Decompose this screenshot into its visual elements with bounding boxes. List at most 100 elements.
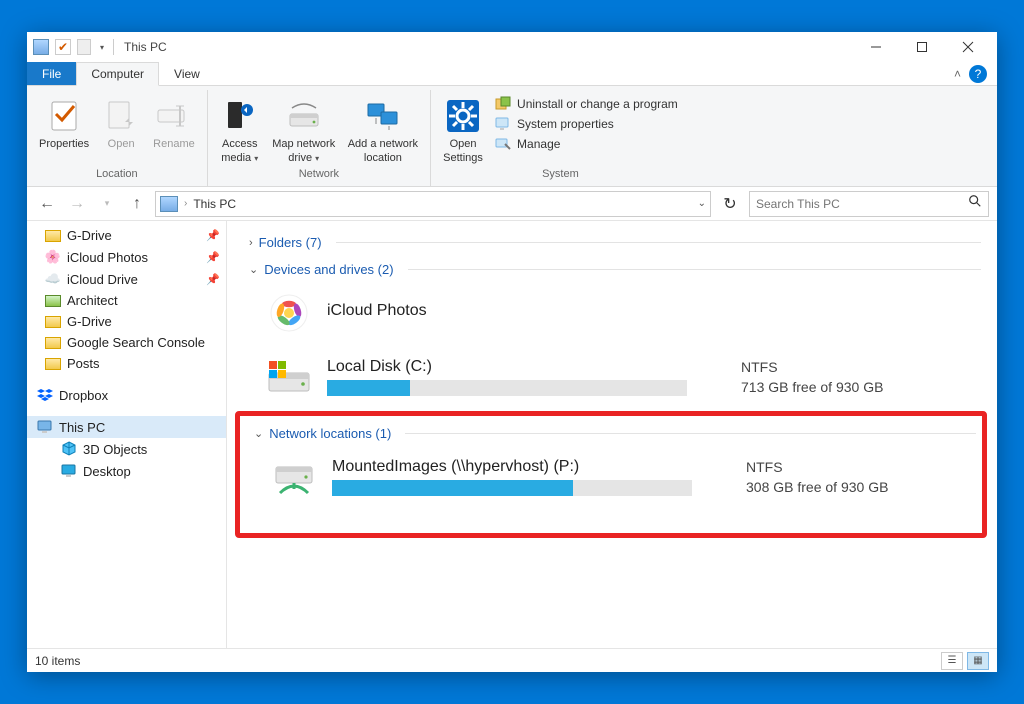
ribbon-tabs: File Computer View ˄ ? — [27, 62, 997, 86]
window-title: This PC — [124, 40, 167, 54]
rename-button[interactable]: Rename — [147, 94, 201, 152]
pin-icon: 📌 — [206, 229, 220, 242]
sidebar-item-icloud-photos[interactable]: 🌸iCloud Photos📌 — [27, 246, 226, 268]
address-crumb[interactable]: This PC — [193, 197, 236, 211]
nav-back-button[interactable]: ← — [35, 192, 59, 216]
icloud-photos-icon — [265, 289, 313, 337]
sidebar-item-architect[interactable]: Architect — [27, 290, 226, 311]
view-tiles-button[interactable]: ▦ — [967, 652, 989, 670]
folder-icon — [45, 316, 61, 328]
disk-icon — [265, 353, 313, 401]
highlight-network-locations: ⌄ Network locations (1) MountedImages (\… — [235, 411, 987, 538]
search-box[interactable] — [749, 191, 989, 217]
open-settings-label1: Open — [450, 138, 477, 150]
computer-icon — [37, 419, 53, 435]
address-box[interactable]: › This PC ⌄ — [155, 191, 711, 217]
ribbon: Properties Open Rename Location Access — [27, 86, 997, 187]
icloud-photos-icon: 🌸 — [45, 249, 61, 265]
search-input[interactable] — [756, 197, 968, 211]
ribbon-group-location: Properties Open Rename Location — [27, 90, 208, 186]
section-network-locations[interactable]: ⌄ Network locations (1) — [254, 420, 976, 447]
tab-computer[interactable]: Computer — [76, 62, 159, 86]
nav-forward-button[interactable]: → — [65, 192, 89, 216]
maximize-button[interactable] — [899, 32, 945, 62]
system-sublist: Uninstall or change a program System pro… — [489, 94, 684, 154]
item-mounted-images[interactable]: MountedImages (\\hypervhost) (P:) NTFS 3… — [254, 447, 976, 511]
nav-recent-button[interactable]: ▾ — [95, 192, 119, 216]
close-button[interactable] — [945, 32, 991, 62]
chevron-right-icon[interactable]: › — [184, 198, 187, 209]
nav-up-button[interactable]: ↑ — [125, 192, 149, 216]
dropbox-icon — [37, 387, 53, 403]
sidebar-item-this-pc[interactable]: This PC — [27, 416, 226, 438]
network-drive-icon — [270, 453, 318, 501]
chevron-down-icon: ⌄ — [249, 263, 258, 276]
help-icon[interactable]: ? — [969, 65, 987, 83]
item-title: Local Disk (C:) — [327, 358, 727, 376]
sidebar-item-dropbox[interactable]: Dropbox — [27, 384, 226, 406]
open-button[interactable]: Open — [95, 94, 147, 152]
desktop-icon — [61, 463, 77, 479]
quick-access-toolbar: ✔ ▾ — [33, 39, 107, 55]
sidebar-item-icloud-drive[interactable]: ☁️iCloud Drive📌 — [27, 268, 226, 290]
rename-label: Rename — [153, 138, 195, 150]
open-label: Open — [108, 138, 135, 150]
group-label-system: System — [437, 166, 684, 184]
navigation-pane[interactable]: G-Drive📌 🌸iCloud Photos📌 ☁️iCloud Drive📌… — [27, 221, 227, 648]
status-bar: 10 items ☰ ▦ — [27, 648, 997, 672]
sidebar-item-3d-objects[interactable]: 3D Objects — [27, 438, 226, 460]
new-folder-qat-icon[interactable] — [77, 39, 91, 55]
uninstall-program-button[interactable]: Uninstall or change a program — [495, 96, 678, 112]
add-network-location-button[interactable]: Add a network location — [342, 94, 424, 166]
rename-icon — [154, 96, 194, 136]
access-media-button[interactable]: Access media ▾ — [214, 94, 266, 166]
manage-button[interactable]: Manage — [495, 136, 678, 152]
access-media-label2: media ▾ — [221, 152, 258, 164]
search-icon[interactable] — [968, 194, 982, 213]
address-dropdown-icon[interactable]: ⌄ — [698, 198, 706, 209]
map-drive-button[interactable]: Map network drive ▾ — [266, 94, 342, 166]
uninstall-icon — [495, 96, 511, 112]
add-loc-label1: Add a network — [348, 138, 418, 150]
access-media-icon — [220, 96, 260, 136]
open-icon — [101, 96, 141, 136]
section-devices[interactable]: ⌄ Devices and drives (2) — [249, 256, 981, 283]
sidebar-item-google-search[interactable]: Google Search Console — [27, 332, 226, 353]
content-pane[interactable]: › Folders (7) ⌄ Devices and drives (2) i… — [227, 221, 997, 648]
properties-button[interactable]: Properties — [33, 94, 95, 152]
tab-file[interactable]: File — [27, 62, 76, 85]
disk-usage-bar — [332, 480, 692, 496]
item-icloud-photos[interactable]: iCloud Photos — [249, 283, 981, 347]
view-details-button[interactable]: ☰ — [941, 652, 963, 670]
properties-qat-icon[interactable]: ✔ — [55, 39, 71, 55]
address-computer-icon — [160, 196, 178, 212]
add-loc-label2: location — [364, 152, 402, 164]
computer-icon — [33, 39, 49, 55]
sidebar-item-desktop[interactable]: Desktop — [27, 460, 226, 482]
section-folders[interactable]: › Folders (7) — [249, 229, 981, 256]
qat-dropdown-icon[interactable]: ▾ — [97, 42, 107, 52]
icloud-icon: ☁️ — [45, 271, 61, 287]
sidebar-item-g-drive-2[interactable]: G-Drive — [27, 311, 226, 332]
sidebar-item-g-drive[interactable]: G-Drive📌 — [27, 225, 226, 246]
tab-view[interactable]: View — [159, 62, 215, 85]
collapse-ribbon-icon[interactable]: ˄ — [954, 67, 961, 81]
open-settings-button[interactable]: Open Settings — [437, 94, 489, 166]
status-item-count: 10 items — [35, 654, 80, 668]
minimize-button[interactable] — [853, 32, 899, 62]
settings-gear-icon — [443, 96, 483, 136]
disk-usage-bar — [327, 380, 687, 396]
ribbon-group-network: Access media ▾ Map network drive ▾ Add a… — [208, 90, 431, 186]
title-bar: ✔ ▾ This PC — [27, 32, 997, 62]
folder-icon — [45, 358, 61, 370]
explorer-window: ✔ ▾ This PC File Computer View ˄ ? Prope… — [27, 32, 997, 672]
refresh-button[interactable]: ↻ — [717, 191, 743, 217]
system-properties-button[interactable]: System properties — [495, 116, 678, 132]
map-drive-label1: Map network — [272, 138, 335, 150]
open-settings-label2: Settings — [443, 152, 483, 164]
item-local-disk-c[interactable]: Local Disk (C:) NTFS 713 GB free of 930 … — [249, 347, 981, 411]
pin-icon: 📌 — [206, 251, 220, 264]
properties-label: Properties — [39, 138, 89, 150]
sidebar-item-posts[interactable]: Posts — [27, 353, 226, 374]
group-label-location: Location — [33, 166, 201, 184]
